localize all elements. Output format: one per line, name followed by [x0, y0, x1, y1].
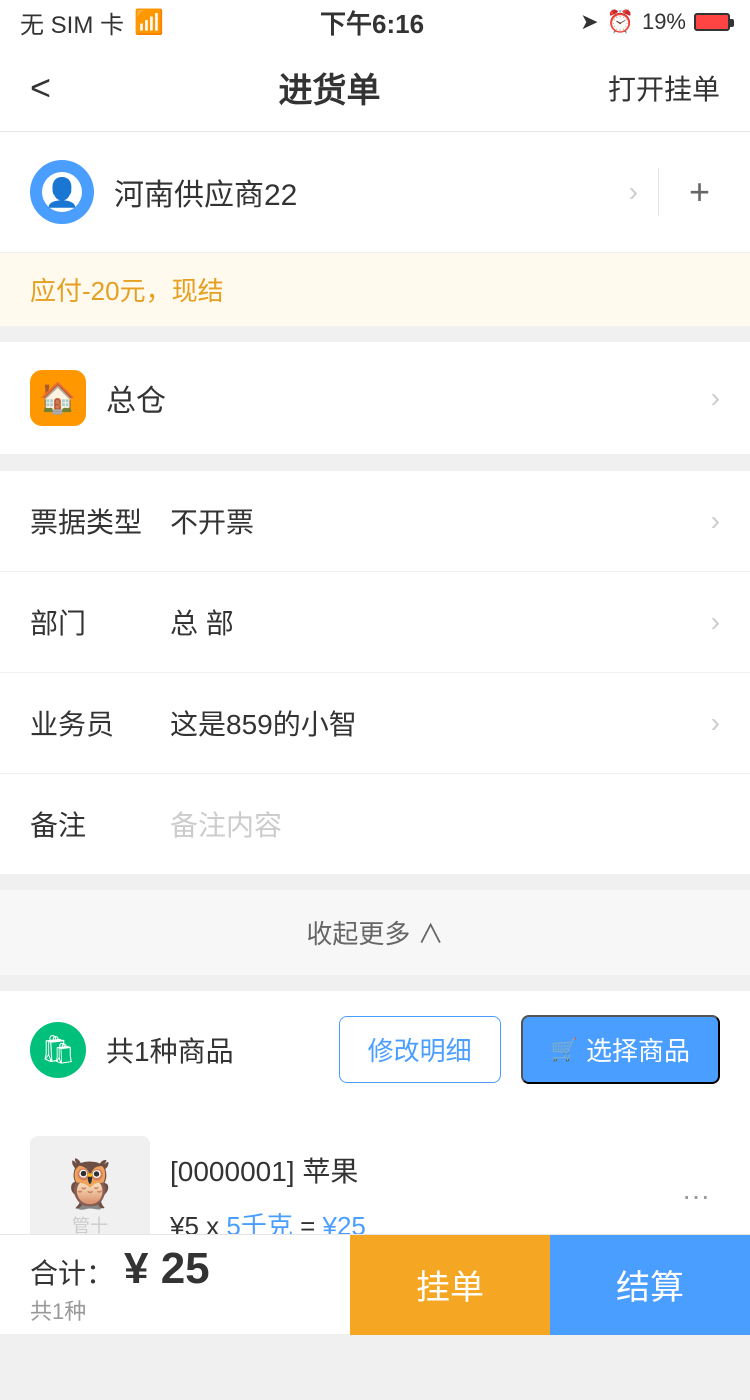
invoice-chevron-icon: ›	[711, 505, 720, 537]
total-amount: ¥ 25	[124, 1244, 210, 1294]
avatar-inner: 👤	[42, 172, 82, 212]
select-product-label: 选择商品	[586, 1031, 690, 1068]
remark-row[interactable]: 备注 备注内容	[0, 774, 750, 874]
salesperson-chevron-icon: ›	[711, 707, 720, 739]
battery-icon	[694, 13, 730, 31]
invoice-type-row[interactable]: 票据类型 不开票 ›	[0, 471, 750, 572]
supplier-info-banner: 应付-20元，现结	[0, 253, 750, 326]
nav-bar: < 进货单 打开挂单	[0, 44, 750, 132]
supplier-chevron-icon: ›	[629, 176, 638, 208]
shop-icon: 🛍	[40, 1033, 76, 1066]
suspend-button[interactable]: 挂单	[350, 1235, 550, 1335]
warehouse-icon: 🏠	[39, 381, 76, 416]
product-name: [0000001] 苹果	[170, 1150, 652, 1190]
main-content: 👤 河南供应商22 › + 应付-20元，现结 🏠 总仓 › 票据类型 不开票 …	[0, 132, 750, 1400]
vertical-divider	[658, 168, 659, 216]
alarm-icon: ⏰	[607, 9, 634, 35]
back-button[interactable]: <	[30, 67, 51, 109]
warehouse-label: 总仓	[106, 376, 701, 420]
total-count-label: 共1种	[30, 1294, 320, 1326]
bottom-bar: 合计： ¥ 25 共1种 挂单 结算	[0, 1234, 750, 1334]
warehouse-chevron-icon: ›	[711, 382, 720, 414]
total-row: 合计： ¥ 25	[30, 1244, 320, 1294]
more-button[interactable]: ···	[672, 1170, 720, 1222]
status-right: ➤ ⏰ 19%	[580, 9, 730, 35]
select-product-button[interactable]: 🛒 选择商品	[521, 1015, 720, 1084]
salesperson-row[interactable]: 业务员 这是859的小智 ›	[0, 673, 750, 774]
time-label: 下午6:16	[320, 4, 424, 41]
department-chevron-icon: ›	[711, 606, 720, 638]
person-icon: 👤	[45, 176, 80, 209]
supplier-section: 👤 河南供应商22 › +	[0, 132, 750, 253]
total-label: 合计：	[30, 1252, 114, 1292]
collapse-bar[interactable]: 收起更多 ∧	[0, 890, 750, 975]
status-left: 无 SIM 卡 📶	[20, 5, 164, 40]
cart-icon: 🛒	[551, 1037, 578, 1063]
supplier-avatar: 👤	[30, 160, 94, 224]
warehouse-section: 🏠 总仓 ›	[0, 342, 750, 455]
salesperson-label: 业务员	[30, 703, 150, 743]
department-value: 总 部	[170, 602, 701, 642]
page-title: 进货单	[279, 63, 381, 112]
add-supplier-button[interactable]: +	[679, 171, 720, 213]
owl-logo: 🦉 管十	[60, 1155, 120, 1238]
location-icon: ➤	[580, 9, 598, 35]
supplier-name: 河南供应商22	[114, 170, 619, 214]
checkout-button[interactable]: 结算	[550, 1235, 750, 1335]
products-header: 🛍 共1种商品 修改明细 🛒 选择商品	[0, 991, 750, 1108]
product-count-label: 共1种商品	[106, 1030, 319, 1070]
product-name-text: 苹果	[302, 1156, 358, 1187]
form-section: 票据类型 不开票 › 部门 总 部 › 业务员 这是859的小智 › 备注 备注…	[0, 471, 750, 874]
department-label: 部门	[30, 602, 150, 642]
warehouse-row[interactable]: 🏠 总仓 ›	[0, 342, 750, 455]
edit-detail-button[interactable]: 修改明细	[339, 1016, 501, 1083]
battery-label: 19%	[642, 9, 686, 35]
carrier-label: 无 SIM 卡	[20, 5, 124, 40]
open-suspend-button[interactable]: 打开挂单	[608, 68, 720, 108]
supplier-row[interactable]: 👤 河南供应商22 › +	[0, 132, 750, 253]
owl-icon: 🦉	[60, 1155, 120, 1212]
department-row[interactable]: 部门 总 部 ›	[0, 572, 750, 673]
remark-value[interactable]: 备注内容	[170, 804, 720, 844]
salesperson-value: 这是859的小智	[170, 703, 701, 743]
product-count-icon-bg: 🛍	[30, 1022, 86, 1078]
total-section: 合计： ¥ 25 共1种	[0, 1244, 350, 1326]
wifi-icon: 📶	[134, 8, 164, 37]
product-info: [0000001] 苹果 ¥5 x 5千克 = ¥25	[170, 1150, 652, 1243]
invoice-type-label: 票据类型	[30, 501, 150, 541]
remark-label: 备注	[30, 804, 150, 844]
warehouse-icon-bg: 🏠	[30, 370, 86, 426]
status-bar: 无 SIM 卡 📶 下午6:16 ➤ ⏰ 19%	[0, 0, 750, 44]
invoice-type-value: 不开票	[170, 501, 701, 541]
product-id: [0000001]	[170, 1156, 302, 1187]
